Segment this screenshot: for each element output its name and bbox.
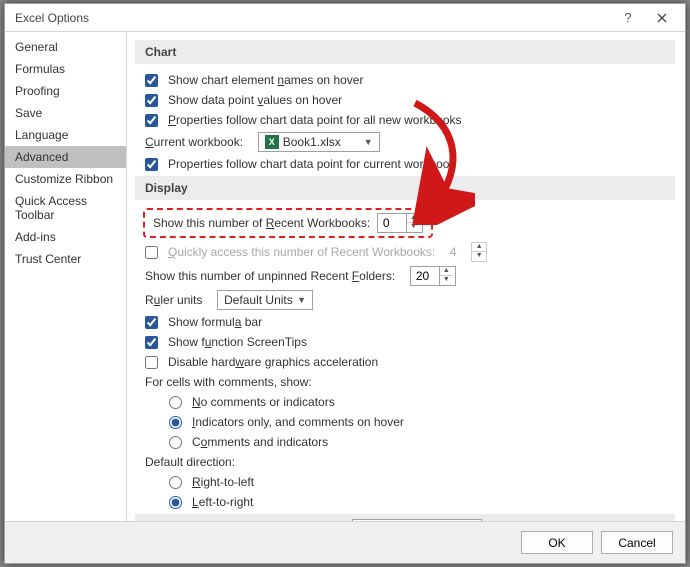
chevron-down-icon: ▼ bbox=[293, 295, 310, 305]
close-button[interactable] bbox=[645, 7, 679, 29]
spin-down-icon[interactable]: ▼ bbox=[407, 223, 420, 232]
chk-hw-accel[interactable] bbox=[145, 356, 158, 369]
chk-screentips[interactable] bbox=[145, 336, 158, 349]
combo-ruler-units-value: Default Units bbox=[224, 293, 293, 307]
sidebar-item-customize-ribbon[interactable]: Customize Ribbon bbox=[5, 168, 126, 190]
lbl-prop-current: Properties follow chart data point for c… bbox=[168, 157, 455, 171]
dialog-footer: OK Cancel bbox=[5, 521, 685, 563]
sidebar-item-formulas[interactable]: Formulas bbox=[5, 58, 126, 80]
spin-down-icon[interactable]: ▼ bbox=[440, 276, 453, 285]
sidebar-item-save[interactable]: Save bbox=[5, 102, 126, 124]
section-chart: Chart bbox=[135, 40, 675, 64]
input-recent-folders[interactable] bbox=[411, 269, 439, 283]
sidebar-item-proofing[interactable]: Proofing bbox=[5, 80, 126, 102]
combo-current-workbook[interactable]: X Book1.xlsx ▼ bbox=[258, 132, 380, 152]
sidebar-item-quick-access-toolbar[interactable]: Quick Access Toolbar bbox=[5, 190, 126, 226]
lbl-ltr: Left-to-right bbox=[192, 495, 253, 509]
chk-quick-access-recent[interactable] bbox=[145, 246, 158, 259]
combo-ruler-units[interactable]: Default Units ▼ bbox=[217, 290, 313, 310]
lbl-ruler-units: Ruler units bbox=[145, 293, 202, 307]
spin-recent-folders[interactable]: ▲▼ bbox=[410, 266, 456, 286]
lbl-rtl: Right-to-left bbox=[192, 475, 254, 489]
lbl-prop-all-new: Properties follow chart data point for a… bbox=[168, 113, 462, 127]
chk-prop-current[interactable] bbox=[145, 158, 158, 171]
lbl-direction-heading: Default direction: bbox=[145, 455, 235, 469]
radio-ltr[interactable] bbox=[169, 496, 182, 509]
sidebar-item-advanced[interactable]: Advanced bbox=[5, 146, 126, 168]
radio-indicators-hover[interactable] bbox=[169, 416, 182, 429]
lbl-formula-bar: Show formula bar bbox=[168, 315, 262, 329]
val-quick-access-recent: 4 bbox=[450, 245, 457, 259]
sidebar-item-add-ins[interactable]: Add-ins bbox=[5, 226, 126, 248]
lbl-current-workbook: Current workbook: bbox=[145, 135, 243, 149]
chk-formula-bar[interactable] bbox=[145, 316, 158, 329]
lbl-no-comments: No comments or indicators bbox=[192, 395, 335, 409]
spin-recent-workbooks[interactable]: ▲▼ bbox=[377, 213, 423, 233]
chk-chart-element-names[interactable] bbox=[145, 74, 158, 87]
excel-options-dialog: Excel Options ? General Formulas Proofin… bbox=[4, 3, 686, 564]
sidebar-item-general[interactable]: General bbox=[5, 36, 126, 58]
category-sidebar: General Formulas Proofing Save Language … bbox=[5, 32, 127, 521]
sidebar-item-trust-center[interactable]: Trust Center bbox=[5, 248, 126, 270]
excel-icon: X bbox=[265, 135, 279, 149]
lbl-comments-heading: For cells with comments, show: bbox=[145, 375, 312, 389]
ok-button[interactable]: OK bbox=[521, 531, 593, 554]
help-button[interactable]: ? bbox=[611, 7, 645, 29]
lbl-quick-access-recent: Quickly access this number of Recent Wor… bbox=[168, 245, 435, 259]
input-recent-workbooks[interactable] bbox=[378, 216, 406, 230]
radio-comments-indicators[interactable] bbox=[169, 436, 182, 449]
window-title: Excel Options bbox=[15, 11, 611, 25]
highlight-recent-workbooks: Show this number of Recent Workbooks: ▲▼ bbox=[143, 208, 433, 238]
section-display: Display bbox=[135, 176, 675, 200]
lbl-recent-folders: Show this number of unpinned Recent Fold… bbox=[145, 269, 395, 283]
spin-up-icon[interactable]: ▲ bbox=[440, 267, 453, 276]
close-icon bbox=[657, 13, 667, 23]
lbl-hw-accel: Disable hardware graphics acceleration bbox=[168, 355, 378, 369]
chevron-down-icon: ▼ bbox=[360, 137, 377, 147]
lbl-screentips: Show function ScreenTips bbox=[168, 335, 307, 349]
radio-no-comments[interactable] bbox=[169, 396, 182, 409]
titlebar: Excel Options ? bbox=[5, 4, 685, 32]
lbl-recent-workbooks: Show this number of Recent Workbooks: bbox=[153, 216, 370, 230]
lbl-indicators-hover: Indicators only, and comments on hover bbox=[192, 415, 404, 429]
lbl-chart-element-names: Show chart element names on hover bbox=[168, 73, 363, 87]
options-content[interactable]: Chart Show chart element names on hover … bbox=[127, 32, 685, 521]
combo-current-workbook-value: Book1.xlsx bbox=[283, 135, 341, 149]
sidebar-item-language[interactable]: Language bbox=[5, 124, 126, 146]
lbl-comments-indicators: Comments and indicators bbox=[192, 435, 328, 449]
section-display-workbook: Display options for this workbook: X Boo… bbox=[135, 514, 675, 521]
cancel-button[interactable]: Cancel bbox=[601, 531, 673, 554]
spin-quick-access: ▲▼ bbox=[471, 242, 487, 262]
lbl-data-point-values: Show data point values on hover bbox=[168, 93, 342, 107]
radio-rtl[interactable] bbox=[169, 476, 182, 489]
spin-up-icon[interactable]: ▲ bbox=[407, 214, 420, 223]
chk-prop-all-new[interactable] bbox=[145, 114, 158, 127]
chk-data-point-values[interactable] bbox=[145, 94, 158, 107]
